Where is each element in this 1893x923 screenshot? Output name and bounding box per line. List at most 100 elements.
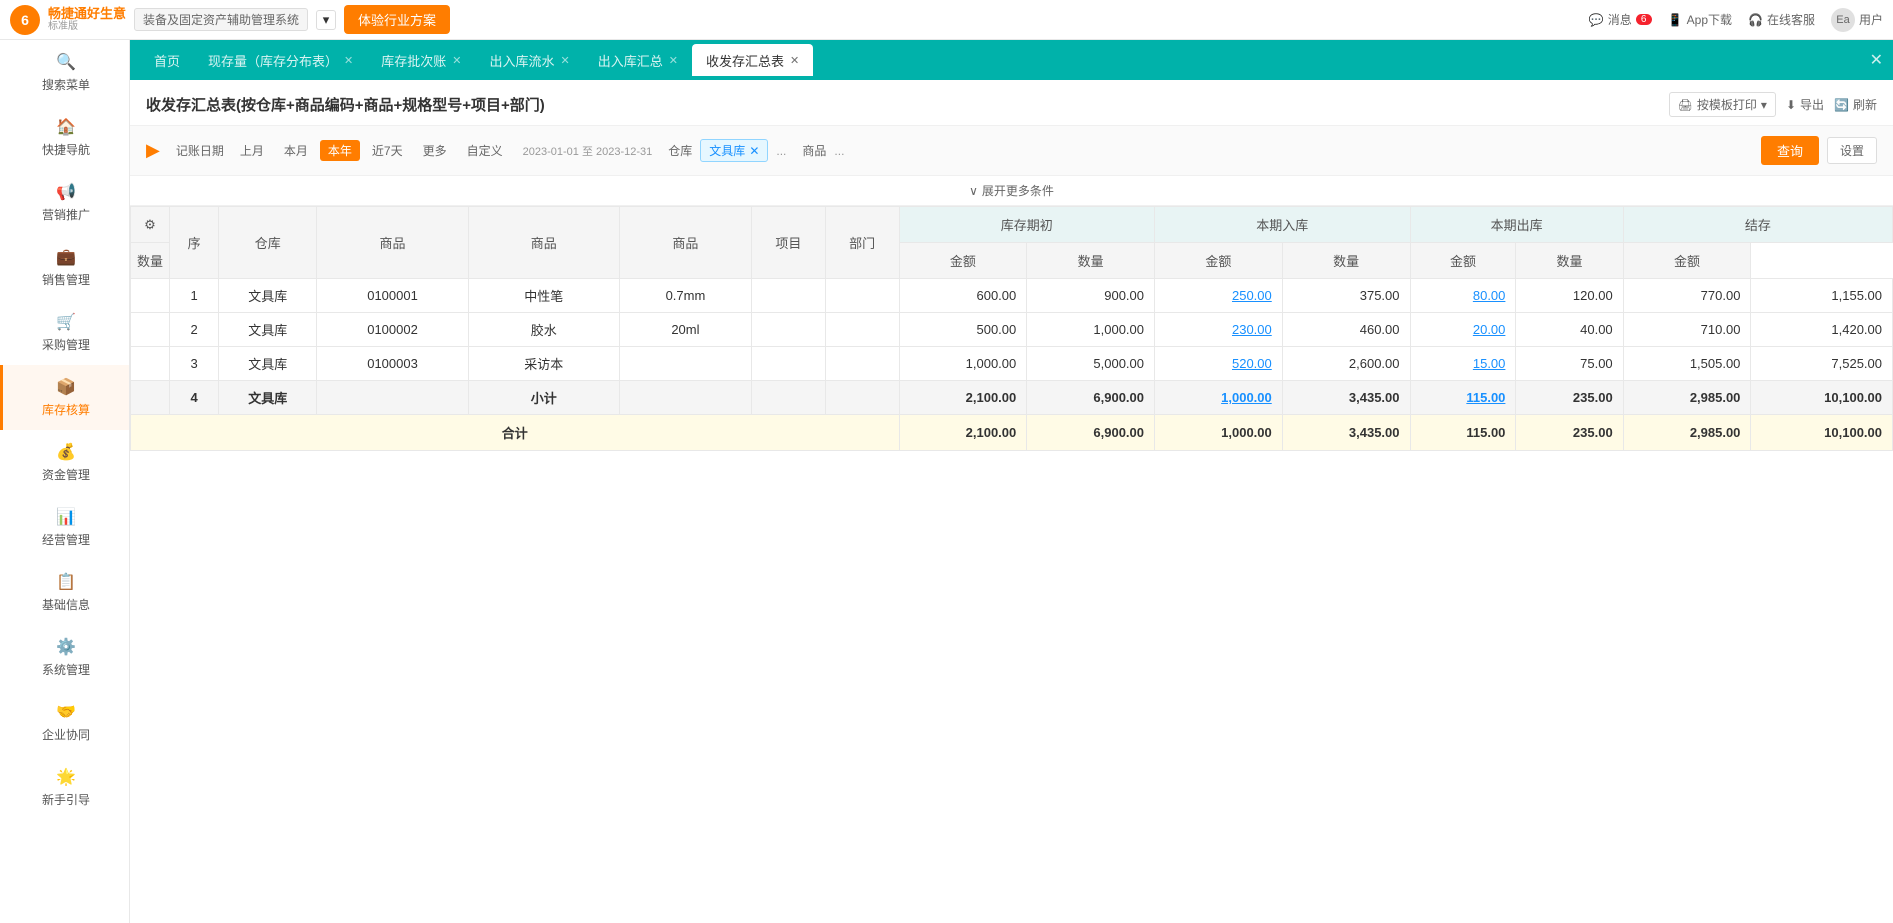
- sidebar-item-quick-nav[interactable]: 🏠 快捷导航: [0, 105, 129, 170]
- row-out-qty[interactable]: 20.00: [1410, 313, 1516, 347]
- online-service-action[interactable]: 🎧 在线客服: [1748, 11, 1815, 28]
- row-in-qty[interactable]: 230.00: [1155, 313, 1283, 347]
- sidebar-item-operations[interactable]: 📊 经营管理: [0, 495, 129, 560]
- sidebar-item-enterprise[interactable]: 🤝 企业协同: [0, 690, 129, 755]
- tab-inventory-dist-close[interactable]: ✕: [344, 54, 353, 67]
- sidebar-item-system[interactable]: ⚙️ 系统管理: [0, 625, 129, 690]
- date-range-display: 2023-01-01 至 2023-12-31: [523, 143, 653, 159]
- inventory-icon: 📦: [56, 377, 76, 397]
- tab-collect-summary-close[interactable]: ✕: [790, 54, 799, 67]
- col-spec: 商品: [619, 207, 751, 279]
- row-bal-amt: 1,420.00: [1751, 313, 1893, 347]
- sidebar-item-finance[interactable]: 💰 资金管理: [0, 430, 129, 495]
- query-button[interactable]: 查询: [1761, 136, 1819, 165]
- app-download-action[interactable]: 📱 App下载: [1668, 11, 1732, 28]
- col-goods-name: 商品: [468, 207, 619, 279]
- user-action[interactable]: Ea 用户: [1831, 8, 1883, 32]
- date-btn-last-month[interactable]: 上月: [232, 140, 272, 161]
- table-row: 4 文具库 小计 2,100.00 6,900.00 1,000.00 3,43…: [131, 381, 1893, 415]
- settings-button[interactable]: 设置: [1827, 137, 1877, 164]
- expand-button[interactable]: ∨ 展开更多条件: [969, 182, 1054, 199]
- print-button[interactable]: 🖨 按模板打印 ▾: [1669, 92, 1776, 117]
- col-in-stock: 本期入库: [1155, 207, 1411, 243]
- row-out-qty[interactable]: 115.00: [1410, 381, 1516, 415]
- sidebar-item-purchase[interactable]: 🛒 采购管理: [0, 300, 129, 365]
- sidebar-item-guide[interactable]: 🌟 新手引导: [0, 755, 129, 820]
- row-in-qty[interactable]: 1,000.00: [1155, 381, 1283, 415]
- top-bar: 6 畅捷通好生意 标准版 装备及固定资产辅助管理系统 ▾ 体验行业方案 💬 消息…: [0, 0, 1893, 40]
- col-bal-amt: 金额: [1623, 243, 1751, 279]
- sidebar-label-basic: 基础信息: [42, 596, 90, 613]
- warehouse-tag-close[interactable]: ✕: [749, 144, 759, 158]
- tab-inout-summary-close[interactable]: ✕: [669, 54, 678, 67]
- experience-button[interactable]: 体验行业方案: [344, 5, 450, 34]
- sidebar-item-basic[interactable]: 📋 基础信息: [0, 560, 129, 625]
- row-in-amt: 460.00: [1282, 313, 1410, 347]
- col-goods-code: 商品: [317, 207, 468, 279]
- tab-inout-flow[interactable]: 出入库流水 ✕: [475, 44, 583, 76]
- tab-home[interactable]: 首页: [140, 44, 194, 76]
- sys-dropdown[interactable]: ▾: [316, 10, 336, 30]
- warehouse-tag-text: 文具库: [709, 142, 745, 159]
- row-in-qty[interactable]: 520.00: [1155, 347, 1283, 381]
- sidebar-item-search[interactable]: 🔍 搜索菜单: [0, 40, 129, 105]
- top-bar-actions: 💬 消息 6 📱 App下载 🎧 在线客服 Ea 用户: [1589, 8, 1883, 32]
- filter-toggle-icon[interactable]: ▶: [146, 140, 160, 161]
- sidebar-label-finance: 资金管理: [42, 466, 90, 483]
- row-in-qty[interactable]: 250.00: [1155, 279, 1283, 313]
- footer-open-amt: 6,900.00: [1027, 415, 1155, 451]
- row-open-amt: 5,000.00: [1027, 347, 1155, 381]
- refresh-button[interactable]: 🔄 刷新: [1834, 96, 1877, 113]
- col-out-amt: 金额: [1410, 243, 1516, 279]
- tab-inout-flow-close[interactable]: ✕: [561, 54, 570, 67]
- data-table: ⚙ 序 仓库 商品 商品 商品 项目 部门 库存期初 本期入库 本期出库 结存: [130, 206, 1893, 451]
- row-settings: [131, 279, 170, 313]
- row-bal-amt: 7,525.00: [1751, 347, 1893, 381]
- date-btn-7days[interactable]: 近7天: [364, 140, 411, 161]
- tab-batch-ledger-close[interactable]: ✕: [452, 54, 461, 67]
- tab-inout-summary[interactable]: 出入库汇总 ✕: [584, 44, 692, 76]
- footer-in-qty: 1,000.00: [1155, 415, 1283, 451]
- tab-collect-summary[interactable]: 收发存汇总表 ✕: [692, 44, 813, 76]
- row-goods-code: [317, 381, 468, 415]
- row-spec: 20ml: [619, 313, 751, 347]
- message-action[interactable]: 💬 消息 6: [1589, 11, 1652, 28]
- row-goods-code: 0100001: [317, 279, 468, 313]
- tab-inventory-dist[interactable]: 现存量（库存分布表） ✕: [194, 44, 367, 76]
- date-btn-this-month[interactable]: 本月: [276, 140, 316, 161]
- date-btn-more[interactable]: 更多: [415, 140, 455, 161]
- goods-more-filter[interactable]: ...: [834, 144, 844, 158]
- row-dept: [825, 313, 899, 347]
- app-version: 标准版: [48, 21, 126, 33]
- warehouse-filter-section: 仓库 文具库 ✕ ...: [668, 139, 786, 162]
- tab-collect-summary-label: 收发存汇总表: [706, 51, 784, 70]
- footer-out-amt: 235.00: [1516, 415, 1623, 451]
- row-goods-code: 0100002: [317, 313, 468, 347]
- col-settings[interactable]: ⚙: [131, 207, 170, 243]
- row-out-qty[interactable]: 15.00: [1410, 347, 1516, 381]
- col-open-amt: 金额: [899, 243, 1027, 279]
- sidebar-item-inventory[interactable]: 📦 库存核算: [0, 365, 129, 430]
- row-dept: [825, 347, 899, 381]
- page-content: 收发存汇总表(按仓库+商品编码+商品+规格型号+项目+部门) 🖨 按模板打印 ▾…: [130, 80, 1893, 923]
- row-out-qty[interactable]: 80.00: [1410, 279, 1516, 313]
- date-btn-custom[interactable]: 自定义: [459, 140, 511, 161]
- row-no: 2: [170, 313, 219, 347]
- row-settings: [131, 347, 170, 381]
- sidebar-item-sales[interactable]: 💼 销售管理: [0, 235, 129, 300]
- warehouse-more-filter[interactable]: ...: [776, 144, 786, 158]
- tab-batch-ledger[interactable]: 库存批次账 ✕: [367, 44, 475, 76]
- date-btn-this-year[interactable]: 本年: [320, 140, 360, 161]
- tab-bar-close-button[interactable]: ✕: [1870, 50, 1883, 70]
- main-layout: 🔍 搜索菜单 🏠 快捷导航 📢 营销推广 💼 销售管理 🛒 采购管理 📦 库存核…: [0, 40, 1893, 923]
- footer-open-qty: 2,100.00: [899, 415, 1027, 451]
- filter-bar: ▶ 记账日期 上月 本月 本年 近7天 更多 自定义 2023-01-01 至 …: [130, 126, 1893, 176]
- sidebar-item-marketing[interactable]: 📢 营销推广: [0, 170, 129, 235]
- row-goods-code: 0100003: [317, 347, 468, 381]
- export-button[interactable]: ⬇ 导出: [1786, 96, 1824, 113]
- goods-filter-section: 商品 ...: [802, 142, 844, 159]
- refresh-label: 刷新: [1853, 96, 1877, 113]
- app-download-label: App下载: [1687, 11, 1732, 28]
- row-bal-qty: 2,985.00: [1623, 381, 1751, 415]
- home-icon: 🏠: [56, 117, 76, 137]
